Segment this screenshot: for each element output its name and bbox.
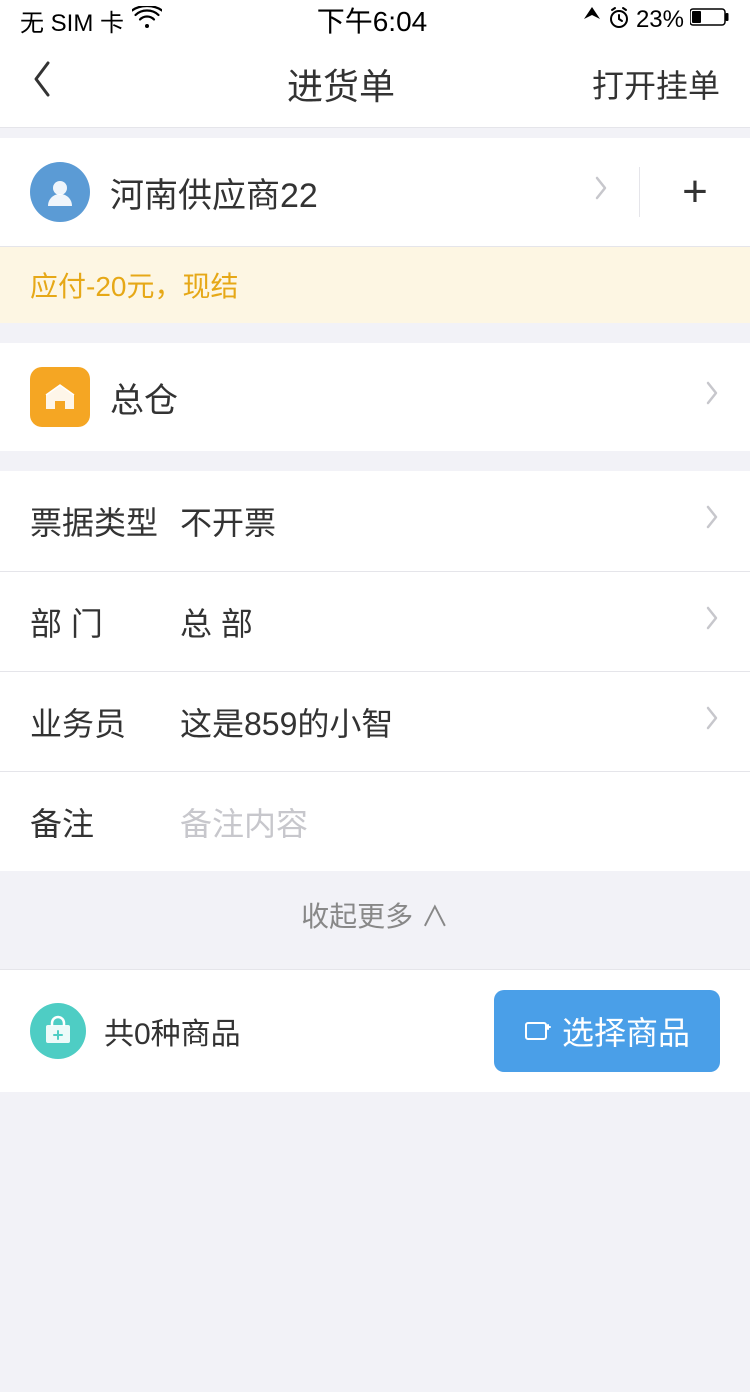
bottom-background (0, 1092, 750, 1392)
department-label: 部 门 (30, 599, 160, 645)
vertical-divider (639, 167, 640, 217)
status-bar: 无 SIM 卡 下午6:04 23% (0, 0, 750, 40)
remark-label: 备注 (30, 799, 160, 845)
sim-signal: 无 SIM 卡 (20, 3, 124, 38)
status-right: 23% (582, 5, 730, 36)
supplier-avatar (30, 162, 90, 222)
battery-text: 23% (636, 6, 684, 34)
remark-row[interactable]: 备注 备注内容 (0, 771, 750, 871)
back-button[interactable] (30, 59, 90, 109)
add-button[interactable]: + (670, 167, 720, 217)
product-bar: 共0种商品 选择商品 (0, 969, 750, 1092)
alarm-icon (608, 6, 630, 35)
salesperson-row[interactable]: 业务员 这是859的小智 (0, 671, 750, 771)
nav-bar: 进货单 打开挂单 (0, 40, 750, 128)
location-icon (582, 5, 602, 36)
collapse-row[interactable]: 收起更多 ∧ (0, 871, 750, 959)
invoice-type-value: 不开票 (160, 498, 704, 544)
separator-1 (0, 323, 750, 343)
supplier-name: 河南供应商22 (110, 168, 593, 217)
notice-bar: 应付-20元，现结 (0, 247, 750, 323)
supplier-chevron-icon (593, 174, 609, 210)
separator-3 (0, 959, 750, 969)
department-chevron-icon (704, 604, 720, 640)
warehouse-name: 总仓 (110, 373, 704, 422)
warehouse-icon (30, 367, 90, 427)
open-pending-button[interactable]: 打开挂单 (592, 61, 720, 107)
invoice-type-label: 票据类型 (30, 498, 160, 544)
battery-icon (690, 6, 730, 34)
salesperson-value: 这是859的小智 (160, 699, 704, 745)
wifi-icon (132, 6, 162, 35)
supplier-section: 河南供应商22 + 应付-20元，现结 (0, 138, 750, 323)
salesperson-chevron-icon (704, 704, 720, 740)
top-separator (0, 128, 750, 138)
warehouse-chevron-icon (704, 379, 720, 415)
collapse-label: 收起更多 ∧ (301, 895, 449, 935)
select-product-label: 选择商品 (562, 1008, 690, 1054)
department-row[interactable]: 部 门 总 部 (0, 571, 750, 671)
separator-2 (0, 451, 750, 471)
warehouse-section: 总仓 (0, 343, 750, 451)
warehouse-row[interactable]: 总仓 (0, 343, 750, 451)
salesperson-label: 业务员 (30, 699, 160, 745)
supplier-row[interactable]: 河南供应商22 + (0, 138, 750, 247)
page-title: 进货单 (287, 58, 395, 110)
invoice-type-chevron-icon (704, 503, 720, 539)
invoice-type-row[interactable]: 票据类型 不开票 (0, 471, 750, 571)
product-count: 共0种商品 (104, 1009, 494, 1053)
status-time: 下午6:04 (317, 0, 428, 40)
remark-value[interactable]: 备注内容 (160, 799, 720, 845)
form-section: 票据类型 不开票 部 门 总 部 业务员 这是859的小智 备注 备注内容 (0, 471, 750, 871)
product-icon (30, 1003, 86, 1059)
department-value: 总 部 (160, 599, 704, 645)
select-product-button[interactable]: 选择商品 (494, 990, 720, 1072)
status-left: 无 SIM 卡 (20, 3, 162, 38)
